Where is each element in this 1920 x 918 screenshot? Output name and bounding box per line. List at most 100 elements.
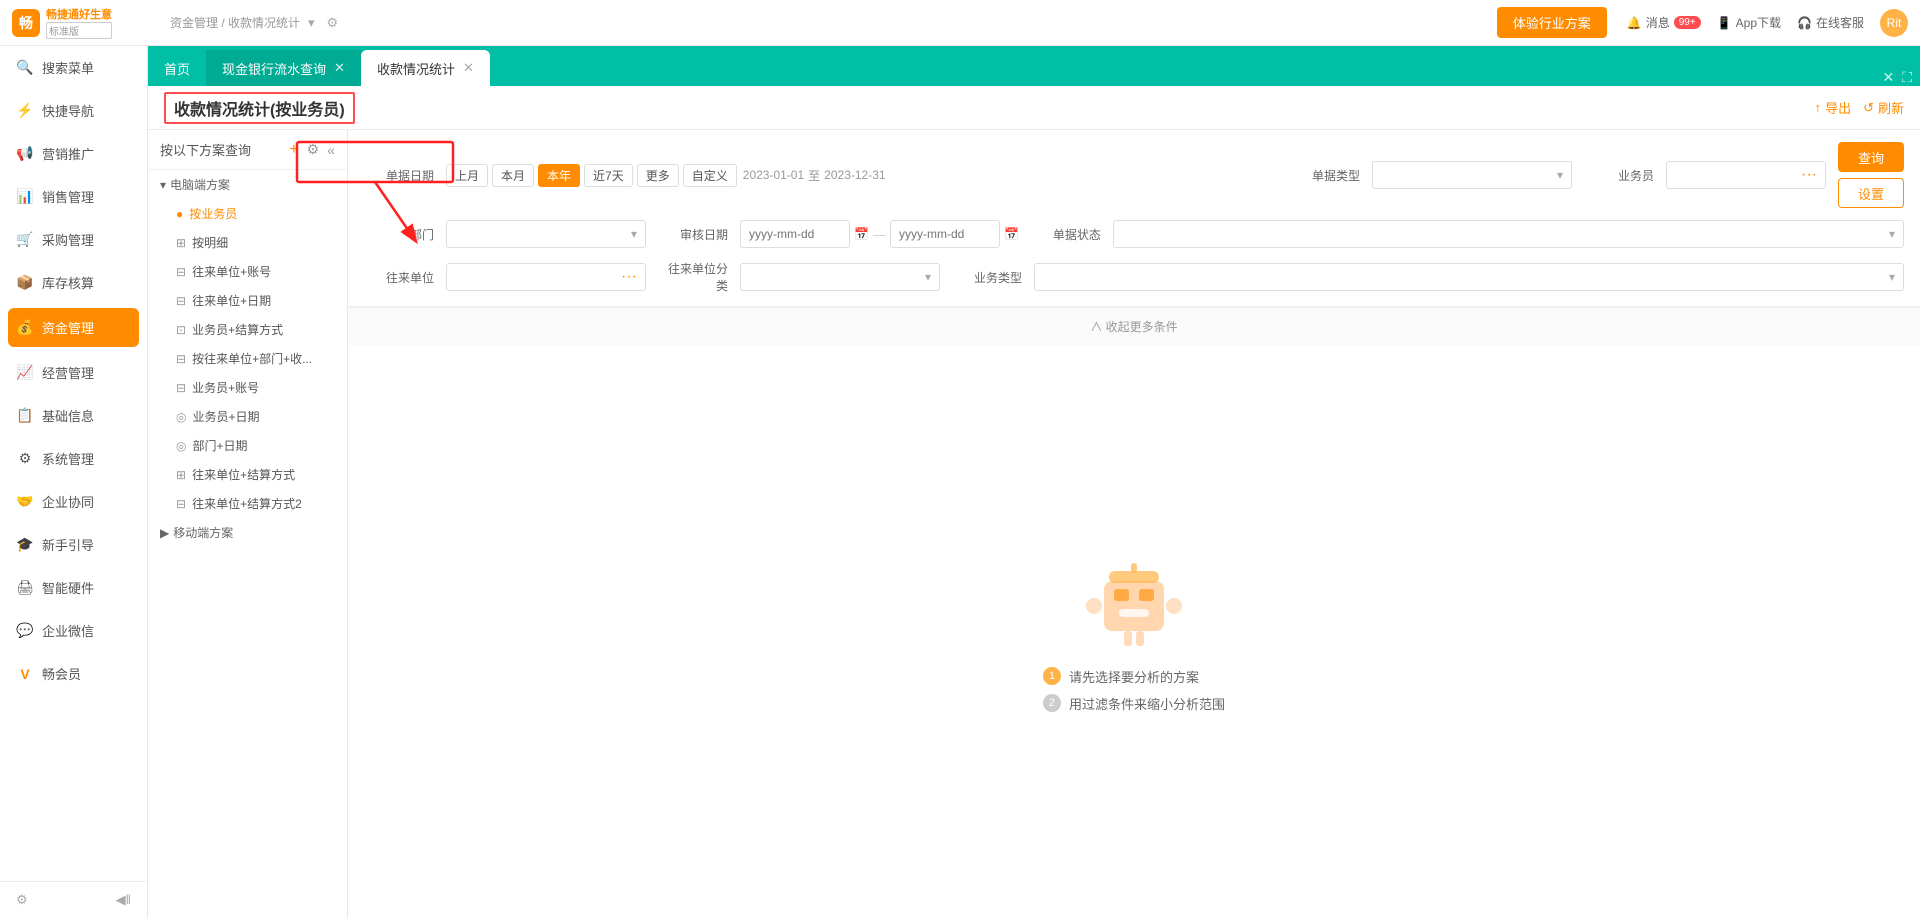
scheme-item-icon-9: ⊞: [176, 468, 186, 482]
counterpart-category-select[interactable]: ▾: [740, 263, 940, 291]
sidebar-item-wechat[interactable]: 💬 企业微信: [0, 609, 147, 652]
dept-label: 部门: [364, 226, 434, 243]
sidebar-item-inventory[interactable]: 📦 库存核算: [0, 261, 147, 304]
scheme-category-pc[interactable]: ▾ 电脑端方案: [148, 170, 347, 199]
counterpart-category-label: 往来单位分类: [658, 260, 728, 294]
date-this-month-btn[interactable]: 本月: [492, 164, 534, 187]
member-icon: V: [16, 665, 34, 683]
window-controls: ✕ ⛶: [1882, 69, 1920, 86]
chevron-down-icon[interactable]: ▾: [308, 15, 315, 31]
review-date-to[interactable]: [890, 220, 1000, 248]
scheme-item-10[interactable]: ⊟ 往来单位+结算方式2: [148, 489, 347, 518]
collapse-bar[interactable]: ∧ 收起更多条件: [348, 307, 1920, 345]
tab-close-collection-stats[interactable]: ✕: [463, 60, 474, 76]
scheme-item-icon-3: ⊟: [176, 294, 186, 308]
refresh-button[interactable]: ↺ 刷新: [1863, 98, 1904, 117]
sidebar-item-hardware[interactable]: 🖨 智能硬件: [0, 566, 147, 609]
salesperson-more-icon[interactable]: ···: [1801, 166, 1817, 184]
date-last-month-btn[interactable]: 上月: [446, 164, 488, 187]
sidebar-settings-icon[interactable]: ⚙: [16, 892, 28, 908]
tab-home[interactable]: 首页: [148, 50, 206, 86]
sidebar-item-quick-nav[interactable]: ⚡ 快捷导航: [0, 89, 147, 132]
page-title: 收款情况统计(按业务员): [164, 92, 355, 124]
biz-type-arrow-icon: ▾: [1889, 270, 1895, 284]
scheme-collapse-icon[interactable]: «: [327, 142, 335, 158]
online-service-btn[interactable]: 🎧 在线客服: [1797, 14, 1864, 31]
scheme-category-mobile[interactable]: ▶ 移动端方案: [148, 518, 347, 547]
scheme-item-icon-2: ⊟: [176, 265, 186, 279]
scheme-item-6[interactable]: ⊟ 业务员+账号: [148, 373, 347, 402]
filter-settings-button[interactable]: 设置: [1838, 178, 1904, 208]
date-this-year-btn[interactable]: 本年: [538, 164, 580, 187]
sidebar-item-search[interactable]: 🔍 搜索菜单: [0, 46, 147, 89]
biz-type-select[interactable]: ▾: [1034, 263, 1904, 291]
counterpart-cat-arrow-icon: ▾: [925, 270, 931, 284]
sidebar-item-purchase[interactable]: 🛒 采购管理: [0, 218, 147, 261]
sidebar-item-member[interactable]: V 畅会员: [0, 652, 147, 695]
scheme-item-1[interactable]: ⊞ 按明细: [148, 228, 347, 257]
sidebar-item-capital[interactable]: 💰 资金管理: [8, 308, 139, 347]
gear-icon: ⚙: [16, 450, 34, 468]
doc-status-select[interactable]: ▾: [1113, 220, 1904, 248]
scheme-item-icon-5: ⊟: [176, 352, 186, 366]
counterpart-select[interactable]: ···: [446, 263, 646, 291]
filter-row-2: 部门 ▾ 审核日期 📅 — 📅 单据状态: [364, 220, 1904, 248]
scheme-item-icon-1: ⊞: [176, 236, 186, 250]
scheme-item-3[interactable]: ⊟ 往来单位+日期: [148, 286, 347, 315]
scheme-add-icon[interactable]: +: [289, 141, 298, 159]
calendar-to-icon[interactable]: 📅: [1004, 227, 1019, 241]
scheme-item-2[interactable]: ⊟ 往来单位+账号: [148, 257, 347, 286]
scheme-settings-icon[interactable]: ⚙: [307, 141, 320, 158]
scheme-item-icon-10: ⊟: [176, 497, 186, 511]
settings-icon[interactable]: ⚙: [327, 15, 339, 31]
scheme-item-5[interactable]: ⊟ 按往来单位+部门+收...: [148, 344, 347, 373]
scheme-item-8[interactable]: ◎ 部门+日期: [148, 431, 347, 460]
calendar-from-icon[interactable]: 📅: [854, 227, 869, 241]
sidebar: 🔍 搜索菜单 ⚡ 快捷导航 📢 营销推广 📊 销售管理 🛒 采购管理 📦 库存核…: [0, 46, 148, 918]
salesperson-select[interactable]: ···: [1666, 161, 1826, 189]
app-download-btn[interactable]: 📱 App下载: [1717, 14, 1781, 31]
main-content: 首页 现金银行流水查询 ✕ 收款情况统计 ✕ ✕ ⛶ 收款情况统计(按业务员) …: [148, 46, 1920, 918]
scheme-item-0[interactable]: ● 按业务员: [148, 199, 347, 228]
sidebar-item-basic-info[interactable]: 📋 基础信息: [0, 394, 147, 437]
sidebar-collapse-icon[interactable]: ◀‖: [116, 892, 131, 908]
sidebar-item-operation[interactable]: 📈 经营管理: [0, 351, 147, 394]
sidebar-item-guide[interactable]: 🎓 新手引导: [0, 523, 147, 566]
scheme-item-icon-4: ⊡: [176, 323, 186, 337]
sidebar-item-system[interactable]: ⚙ 系统管理: [0, 437, 147, 480]
trial-button[interactable]: 体验行业方案: [1497, 7, 1607, 38]
handshake-icon: 🤝: [16, 493, 34, 511]
tab-bank-flow[interactable]: 现金银行流水查询 ✕: [206, 50, 361, 86]
tab-close-bank-flow[interactable]: ✕: [334, 60, 345, 76]
export-button[interactable]: ↑ 导出: [1815, 98, 1852, 117]
scheme-item-4[interactable]: ⊡ 业务员+结算方式: [148, 315, 347, 344]
sidebar-item-marketing[interactable]: 📢 营销推广: [0, 132, 147, 175]
doc-type-select[interactable]: ▾: [1372, 161, 1572, 189]
scheme-item-9[interactable]: ⊞ 往来单位+结算方式: [148, 460, 347, 489]
dept-select[interactable]: ▾: [446, 220, 646, 248]
sidebar-item-enterprise[interactable]: 🤝 企业协同: [0, 480, 147, 523]
counterpart-more-icon[interactable]: ···: [621, 268, 637, 286]
headset-icon: 🎧: [1797, 16, 1812, 30]
sidebar-item-sales[interactable]: 📊 销售管理: [0, 175, 147, 218]
window-maximize-icon[interactable]: ⛶: [1902, 69, 1912, 86]
review-date-from[interactable]: [740, 220, 850, 248]
date-more-btn[interactable]: 更多: [637, 164, 679, 187]
scheme-item-7[interactable]: ◎ 业务员+日期: [148, 402, 347, 431]
sidebar-bottom: ⚙ ◀‖: [0, 881, 147, 918]
empty-step-1: 1 请先选择要分析的方案: [1043, 667, 1225, 686]
message-btn[interactable]: 🔔 消息 99+: [1627, 14, 1701, 31]
date-quick-btns: 上月 本月 本年 近7天 更多 自定义: [446, 164, 737, 187]
query-button[interactable]: 查询: [1838, 142, 1904, 172]
date-7days-btn[interactable]: 近7天: [584, 164, 633, 187]
tab-collection-stats[interactable]: 收款情况统计 ✕: [361, 50, 490, 86]
filter-actions: 查询 设置: [1838, 142, 1904, 208]
empty-step-2: 2 用过滤条件来缩小分析范围: [1043, 694, 1225, 713]
scheme-item-icon-7: ◎: [176, 410, 186, 424]
window-close-icon[interactable]: ✕: [1882, 69, 1894, 86]
empty-state: 1 请先选择要分析的方案 2 用过滤条件来缩小分析范围: [348, 345, 1920, 918]
trend-icon: 📈: [16, 364, 34, 382]
user-avatar[interactable]: Rit: [1880, 9, 1908, 37]
date-custom-btn[interactable]: 自定义: [683, 164, 737, 187]
review-date-range: 📅 — 📅: [740, 220, 1019, 248]
